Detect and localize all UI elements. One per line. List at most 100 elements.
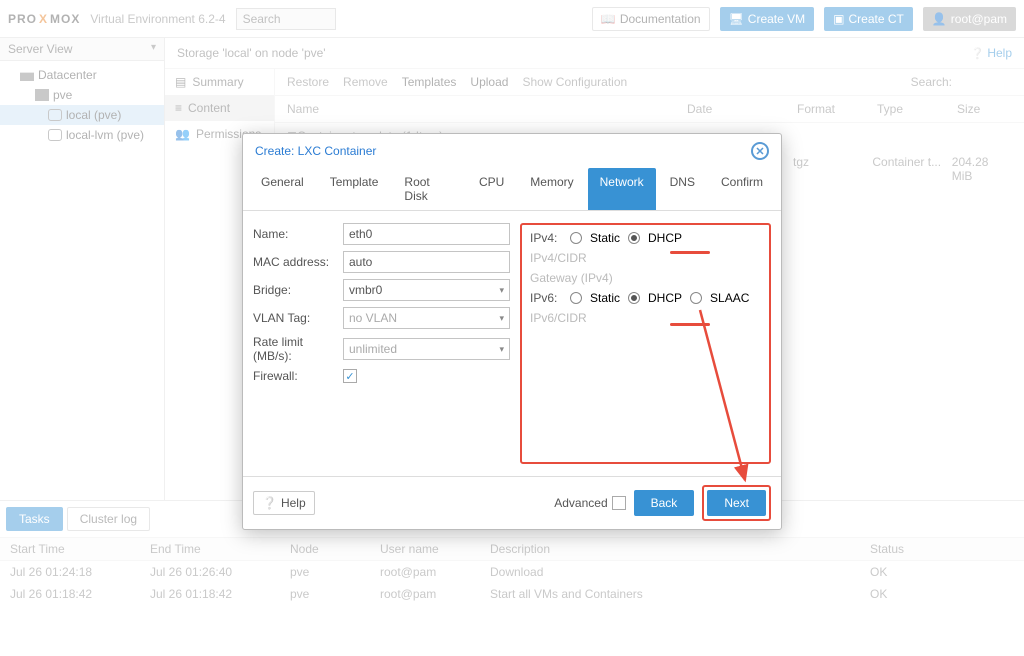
gateway4-label: Gateway (IPv4) — [530, 271, 613, 285]
user-label: root@pam — [951, 12, 1007, 26]
bridge-label: Bridge: — [253, 283, 343, 297]
app-header: PROXMOX Virtual Environment 6.2-4 📖Docum… — [0, 0, 1024, 38]
back-button[interactable]: Back — [634, 490, 695, 516]
help-button[interactable]: ❔ Help — [253, 491, 315, 515]
create-ct-button[interactable]: ▣Create CT — [824, 7, 913, 31]
log-row[interactable]: Jul 26 01:24:18 Jul 26 01:26:40 pve root… — [0, 561, 1024, 583]
breadcrumb: Storage 'local' on node 'pve' — [165, 38, 1024, 69]
firewall-checkbox[interactable]: ✓ — [343, 369, 357, 383]
advanced-toggle[interactable]: Advanced — [554, 496, 625, 510]
tab-memory[interactable]: Memory — [518, 168, 585, 210]
cell: Start all VMs and Containers — [490, 587, 870, 601]
rate-input[interactable]: unlimited — [343, 338, 510, 360]
upload-button[interactable]: Upload — [470, 75, 508, 89]
close-icon[interactable]: ✕ — [751, 142, 769, 160]
rate-value: unlimited — [349, 342, 397, 356]
tab-confirm[interactable]: Confirm — [709, 168, 775, 210]
search-input[interactable] — [236, 8, 336, 30]
ipv4-static-radio[interactable] — [570, 232, 582, 244]
logo-x: X — [39, 12, 48, 26]
remove-button[interactable]: Remove — [343, 75, 388, 89]
ipv4-dhcp-radio[interactable] — [628, 232, 640, 244]
modal-title-bar: Create: LXC Container ✕ — [243, 134, 781, 168]
restore-button[interactable]: Restore — [287, 75, 329, 89]
cell: Jul 26 01:18:42 — [10, 587, 150, 601]
log-header: Start Time End Time Node User name Descr… — [0, 537, 1024, 561]
tab-tasks[interactable]: Tasks — [6, 507, 63, 531]
ipv6-cidr-label: IPv6/CIDR — [530, 311, 587, 325]
col-format[interactable]: Format — [797, 102, 877, 116]
tree-datacenter[interactable]: Datacenter — [0, 65, 164, 85]
col-status[interactable]: Status — [870, 542, 1014, 556]
tree-node-pve[interactable]: pve — [0, 85, 164, 105]
logo: PROXMOX — [8, 12, 80, 26]
bridge-select[interactable]: vmbr0 — [343, 279, 510, 301]
next-button-highlight: Next — [702, 485, 771, 521]
vlan-label: VLAN Tag: — [253, 311, 343, 325]
tab-general[interactable]: General — [249, 168, 316, 210]
tree-label: pve — [53, 88, 72, 102]
form-right-column: IPv4: Static DHCP IPv4/CIDR Gateway (IPv… — [520, 223, 771, 464]
tab-dns[interactable]: DNS — [658, 168, 707, 210]
ipv6-dhcp-radio[interactable] — [628, 292, 640, 304]
cell: Jul 26 01:24:18 — [10, 565, 150, 579]
cell: OK — [870, 587, 1014, 601]
logo-text2: MOX — [50, 12, 80, 26]
col-user[interactable]: User name — [380, 542, 490, 556]
create-vm-button[interactable]: 🖥Create VM — [720, 7, 815, 31]
vlan-value: no VLAN — [349, 311, 397, 325]
tab-label: Summary — [192, 75, 243, 89]
modal-tabs: General Template Root Disk CPU Memory Ne… — [243, 168, 781, 211]
ipv6-slaac-radio[interactable] — [690, 292, 702, 304]
tab-cluster-log[interactable]: Cluster log — [67, 507, 150, 531]
col-size[interactable]: Size — [957, 102, 980, 116]
log-row[interactable]: Jul 26 01:18:42 Jul 26 01:18:42 pve root… — [0, 583, 1024, 605]
mac-input[interactable] — [343, 251, 510, 273]
create-vm-label: Create VM — [748, 12, 805, 26]
highlight-underline — [670, 251, 710, 254]
advanced-checkbox[interactable] — [612, 496, 626, 510]
name-input[interactable] — [343, 223, 510, 245]
sidebar-view-select[interactable]: Server View — [0, 38, 164, 61]
col-node[interactable]: Node — [290, 542, 380, 556]
cell: root@pam — [380, 565, 490, 579]
col-start[interactable]: Start Time — [10, 542, 150, 556]
advanced-label: Advanced — [554, 496, 607, 510]
col-name[interactable]: Name — [287, 102, 687, 116]
ipv6-static-radio[interactable] — [570, 292, 582, 304]
cell: Jul 26 01:18:42 — [150, 587, 290, 601]
help-text: Help — [281, 496, 306, 510]
col-date[interactable]: Date — [687, 102, 797, 116]
vlan-select[interactable]: no VLAN — [343, 307, 510, 329]
next-button[interactable]: Next — [707, 490, 766, 516]
templates-button[interactable]: Templates — [402, 75, 457, 89]
documentation-button[interactable]: 📖Documentation — [592, 7, 710, 31]
book-icon: 📖 — [601, 12, 616, 26]
tree-storage-local-lvm[interactable]: local-lvm (pve) — [0, 125, 164, 145]
tab-cpu[interactable]: CPU — [467, 168, 516, 210]
cell: Jul 26 01:26:40 — [150, 565, 290, 579]
tab-root-disk[interactable]: Root Disk — [392, 168, 465, 210]
sidebar: Server View Datacenter pve local (pve) l… — [0, 38, 165, 500]
static-label2: Static — [590, 291, 620, 305]
col-desc[interactable]: Description — [490, 542, 870, 556]
cell: OK — [870, 565, 1014, 579]
col-type[interactable]: Type — [877, 102, 957, 116]
content-toolbar: Restore Remove Templates Upload Show Con… — [275, 69, 1024, 96]
mac-label: MAC address: — [253, 255, 343, 269]
cell: Download — [490, 565, 870, 579]
tab-template[interactable]: Template — [318, 168, 391, 210]
tree-storage-local[interactable]: local (pve) — [0, 105, 164, 125]
show-config-button[interactable]: Show Configuration — [522, 75, 627, 89]
ipv4-cidr-label: IPv4/CIDR — [530, 251, 587, 265]
grid-search-label: Search: — [911, 75, 952, 89]
help-link[interactable]: ❔ Help — [971, 46, 1012, 60]
modal-body: Name: MAC address: Bridge:vmbr0 VLAN Tag… — [243, 211, 781, 476]
col-end[interactable]: End Time — [150, 542, 290, 556]
modal-title: Create: LXC Container — [255, 144, 376, 158]
tab-content[interactable]: ≡ Content — [165, 95, 274, 121]
user-menu[interactable]: 👤root@pam — [923, 7, 1016, 31]
tab-summary[interactable]: ▤ Summary — [165, 69, 274, 95]
tab-network[interactable]: Network — [588, 168, 656, 210]
slaac-label: SLAAC — [710, 291, 749, 305]
